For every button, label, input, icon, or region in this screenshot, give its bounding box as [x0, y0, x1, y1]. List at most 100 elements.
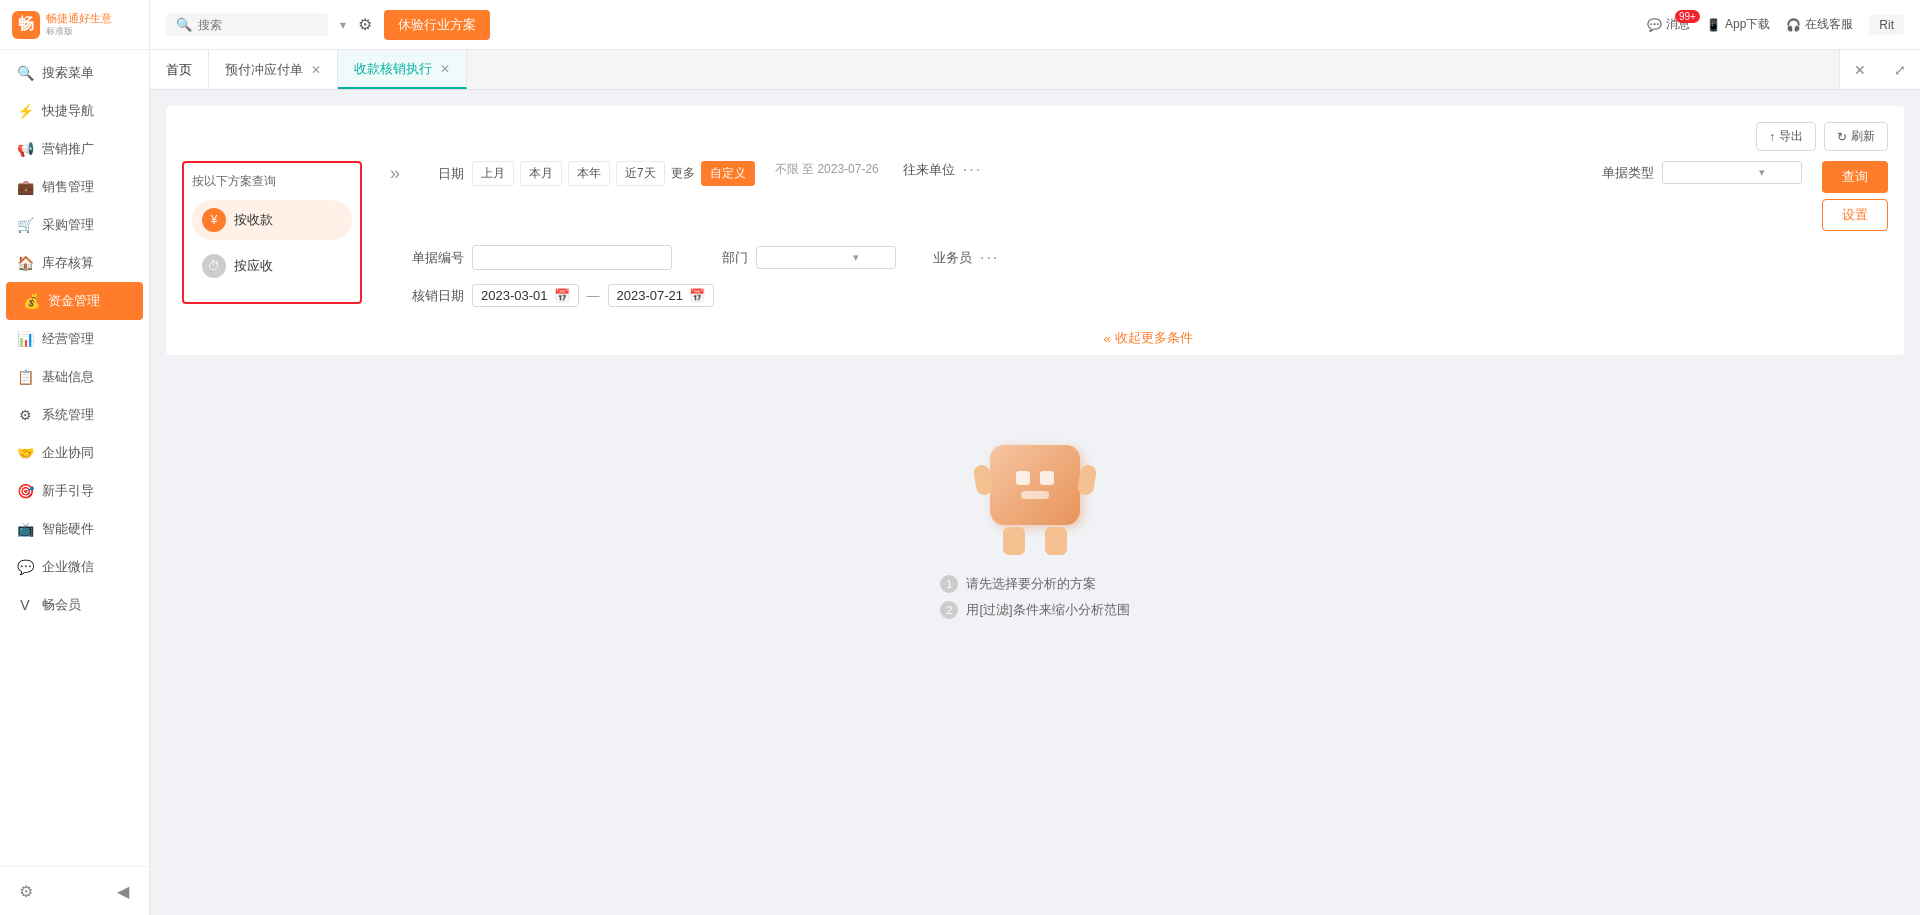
collapse-left-btn[interactable]: »: [382, 161, 408, 186]
online-service-btn[interactable]: 🎧 在线客服: [1786, 16, 1853, 33]
tab-label-2: 收款核销执行: [354, 60, 432, 78]
doc-type-select[interactable]: ▾: [1662, 161, 1802, 184]
nav-label-10: 企业协同: [42, 444, 94, 462]
empty-text: 1 请先选择要分析的方案 2 用[过滤]条件来缩小分析范围: [940, 575, 1129, 619]
doc-number-filter: 单据编号: [408, 245, 672, 270]
expand-window-btn[interactable]: ⤢: [1880, 50, 1920, 90]
nav-label-3: 销售管理: [42, 178, 94, 196]
logo-icon: 畅: [12, 11, 40, 39]
search-input[interactable]: [198, 18, 318, 32]
date-btn-this-year[interactable]: 本年: [568, 161, 610, 186]
tab-0[interactable]: 首页: [150, 50, 209, 89]
topbar-gear-icon[interactable]: ⚙: [358, 15, 372, 34]
tab-1[interactable]: 预付冲应付单✕: [209, 50, 338, 89]
message-icon: 💬: [1647, 18, 1662, 32]
counterpart-dots[interactable]: ···: [963, 161, 982, 179]
nav-icon-4: 🛒: [16, 216, 34, 234]
industry-btn[interactable]: 休验行业方案: [384, 10, 490, 40]
nav-label-13: 企业微信: [42, 558, 94, 576]
main-area: 🔍 ▾ ⚙ 休验行业方案 💬 消息 99+ 📱 App下载 🎧 在线客服 Rit: [150, 0, 1920, 915]
tab-close-2[interactable]: ✕: [440, 62, 450, 76]
topbar: 🔍 ▾ ⚙ 休验行业方案 💬 消息 99+ 📱 App下载 🎧 在线客服 Rit: [150, 0, 1920, 50]
nav-label-1: 快捷导航: [42, 102, 94, 120]
sidebar-item-4[interactable]: 🛒 采购管理: [0, 206, 149, 244]
sidebar-item-2[interactable]: 📢营销推广: [0, 130, 149, 168]
nav-label-11: 新手引导: [42, 482, 94, 500]
export-button[interactable]: ↑ 导出: [1756, 122, 1816, 151]
close-window-btn[interactable]: ✕: [1840, 50, 1880, 90]
nav-label-7: 经营管理: [42, 330, 94, 348]
filter-area: 按以下方案查询 ¥ 按收款 ⏱ 按应收 »: [182, 161, 1888, 355]
sidebar-item-13[interactable]: 💬企业微信: [0, 548, 149, 586]
dept-select[interactable]: ▾: [756, 246, 896, 269]
tab-close-1[interactable]: ✕: [311, 63, 321, 77]
query-button[interactable]: 查询: [1822, 161, 1888, 193]
sidebar-bottom: ⚙ ◀: [0, 866, 149, 915]
nav-label-0: 搜索菜单: [42, 64, 94, 82]
sidebar-item-6[interactable]: 💰资金管理: [6, 282, 143, 320]
sidebar-item-1[interactable]: ⚡快捷导航: [0, 92, 149, 130]
refresh-button[interactable]: ↻ 刷新: [1824, 122, 1888, 151]
filter-option-by-receipt[interactable]: ¥ 按收款: [192, 200, 352, 240]
filter-left-panel: 按以下方案查询 ¥ 按收款 ⏱ 按应收: [182, 161, 362, 304]
collapse-more-btn[interactable]: « 收起更多条件: [408, 321, 1888, 355]
query-btn-group: 查询 设置: [1822, 161, 1888, 231]
settings-icon[interactable]: ⚙: [12, 877, 40, 905]
sidebar-item-0[interactable]: 🔍搜索菜单: [0, 54, 149, 92]
nav-icon-11: 🎯: [16, 482, 34, 500]
sidebar-item-10[interactable]: 🤝企业协同: [0, 434, 149, 472]
hint-text-2: 用[过滤]条件来缩小分析范围: [966, 601, 1129, 619]
collapse-icon[interactable]: ◀: [109, 877, 137, 905]
empty-hint-2: 2 用[过滤]条件来缩小分析范围: [940, 601, 1129, 619]
date-to-label: 至: [802, 162, 817, 176]
user-name[interactable]: Rit: [1869, 15, 1904, 35]
content-area: ↑ 导出 ↻ 刷新 按以下方案查询 ¥ 按收款 ⏱: [150, 90, 1920, 915]
doc-type-label: 单据类型: [1598, 164, 1654, 182]
settings-button[interactable]: 设置: [1822, 199, 1888, 231]
tab-2[interactable]: 收款核销执行 ✕: [338, 50, 467, 89]
sidebar-nav: 🔍搜索菜单⚡快捷导航📢营销推广💼销售管理 🛒 采购管理 🏠库存核算💰资金管理📊经营管理…: [0, 50, 149, 866]
writeoff-end-input[interactable]: 2023-07-21 📅: [608, 284, 715, 307]
topbar-search-box[interactable]: 🔍: [166, 13, 328, 36]
filter-row-1: 日期 上月 本月 本年 近7天 更多 自定义: [408, 161, 1888, 231]
sidebar-item-7[interactable]: 📊经营管理: [0, 320, 149, 358]
date-btn-7days[interactable]: 近7天: [616, 161, 665, 186]
robot-leg-left: [1003, 527, 1025, 555]
writeoff-end-cal-icon[interactable]: 📅: [689, 288, 705, 303]
salesman-dots[interactable]: ···: [980, 249, 999, 267]
sidebar-item-9[interactable]: ⚙系统管理: [0, 396, 149, 434]
sidebar-item-11[interactable]: 🎯 新手引导: [0, 472, 149, 510]
filter-row-2: 单据编号 部门 ▾ 业务员 ···: [408, 245, 1888, 270]
sidebar-item-12[interactable]: 📺智能硬件: [0, 510, 149, 548]
date-btn-last-month[interactable]: 上月: [472, 161, 514, 186]
app-download-btn[interactable]: 📱 App下载: [1706, 16, 1770, 33]
date-btn-custom[interactable]: 自定义: [701, 161, 755, 186]
doc-number-input[interactable]: [472, 245, 672, 270]
sidebar-item-5[interactable]: 🏠库存核算: [0, 244, 149, 282]
writeoff-end-value: 2023-07-21: [617, 288, 684, 303]
date-btn-this-month[interactable]: 本月: [520, 161, 562, 186]
receivable-label: 按应收: [234, 257, 273, 275]
export-icon: ↑: [1769, 130, 1775, 144]
date-filter: 日期 上月 本月 本年 近7天 更多 自定义: [408, 161, 755, 186]
empty-state: 1 请先选择要分析的方案 2 用[过滤]条件来缩小分析范围: [166, 355, 1904, 659]
filter-option-by-receivable[interactable]: ⏱ 按应收: [192, 246, 352, 286]
sidebar-item-8[interactable]: 📋基础信息: [0, 358, 149, 396]
topbar-dropdown-icon[interactable]: ▾: [340, 18, 346, 32]
salesman-filter: 业务员 ···: [916, 249, 999, 267]
nav-label-8: 基础信息: [42, 368, 94, 386]
sidebar-item-14[interactable]: V畅会员: [0, 586, 149, 624]
writeoff-start-cal-icon[interactable]: 📅: [554, 288, 570, 303]
writeoff-start-input[interactable]: 2023-03-01 📅: [472, 284, 579, 307]
nav-label-4: 采购管理: [42, 216, 94, 234]
nav-label-6: 资金管理: [48, 292, 100, 310]
sidebar-item-3[interactable]: 💼销售管理: [0, 168, 149, 206]
nav-label-9: 系统管理: [42, 406, 94, 424]
date-more-btn[interactable]: 更多: [671, 165, 695, 182]
tabbar: 首页预付冲应付单✕收款核销执行✕✕⤢: [150, 50, 1920, 90]
filter-panel-title: 按以下方案查询: [192, 173, 352, 190]
hint-text-1: 请先选择要分析的方案: [966, 575, 1096, 593]
nav-icon-12: 📺: [16, 520, 34, 538]
filter-row-3: 核销日期 2023-03-01 📅 — 2023-07-21 📅: [408, 284, 1888, 307]
messages-btn[interactable]: 💬 消息 99+: [1647, 16, 1690, 33]
